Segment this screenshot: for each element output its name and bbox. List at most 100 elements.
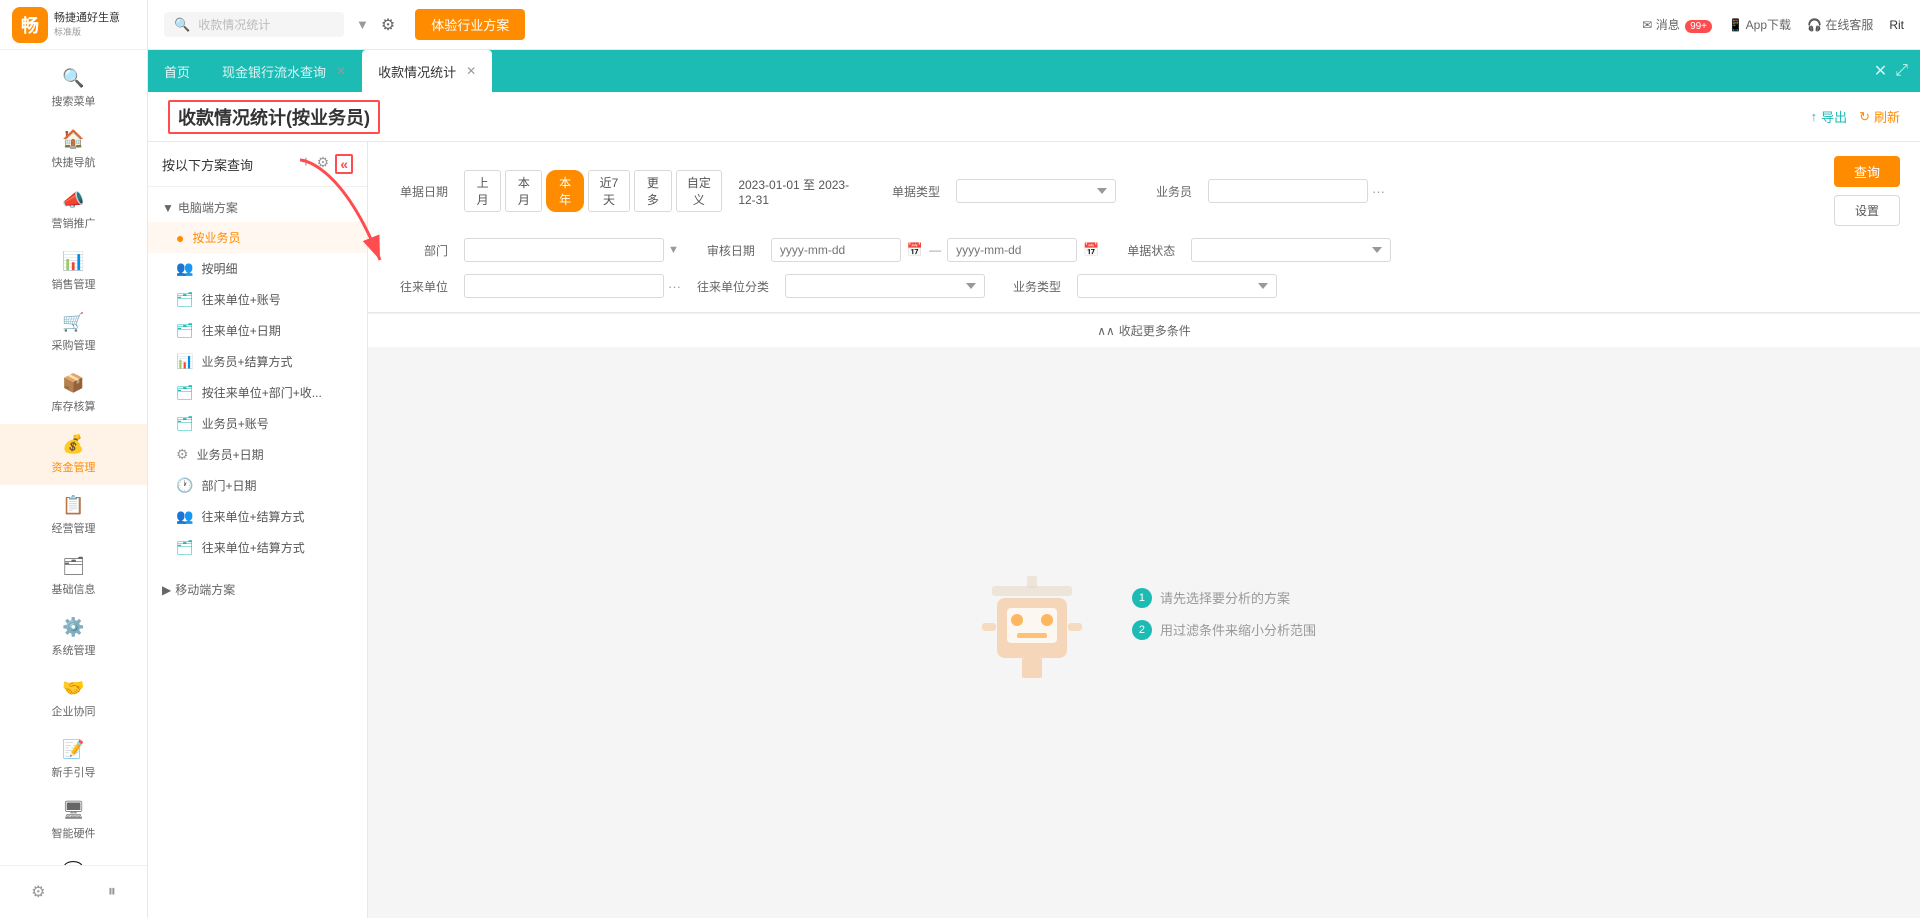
sidebar-item-search[interactable]: 🔍 搜索菜单 (0, 58, 147, 119)
calendar-icon-1[interactable]: 📅 (907, 242, 923, 258)
sales-icon: 📊 (62, 251, 84, 272)
partner-input[interactable] (464, 274, 664, 298)
sidebar-item-system[interactable]: ⚙️ 系统管理 (0, 607, 147, 668)
calendar-icon-2[interactable]: 📅 (1083, 242, 1099, 258)
sidebar-nav: 🔍 搜索菜单 🏠 快捷导航 📣 营销推广 📊 销售管理 🛒 采购管理 📦 库存核… (0, 50, 147, 865)
date-btn-7days[interactable]: 近7天 (588, 170, 631, 212)
tab-cashflow-close[interactable]: ✕ (336, 64, 346, 78)
page-header: 收款情况统计(按业务员) ↑ 导出 ↻ 刷新 (148, 92, 1920, 142)
business-type-select[interactable] (1077, 274, 1277, 298)
sidebar-item-guide[interactable]: 📝 新手引导 (0, 729, 147, 790)
dept-dropdown-icon[interactable]: ▼ (668, 244, 679, 256)
salesman-input[interactable] (1208, 179, 1368, 203)
scheme-item-5[interactable]: 🗂 按往来单位+部门+收... (148, 377, 367, 408)
scheme-item-7[interactable]: ⚙ 业务员+日期 (148, 439, 367, 470)
sidebar-item-finance[interactable]: 💰 资金管理 (0, 424, 147, 485)
tab-collection-close[interactable]: ✕ (466, 64, 476, 78)
collapse-bar[interactable]: ∧∧ 收起更多条件 (368, 313, 1920, 347)
sidebar-item-collab[interactable]: 🤝 企业协同 (0, 668, 147, 729)
partner-more-icon[interactable]: ··· (668, 279, 681, 294)
scheme-label-0: 按业务员 (192, 229, 240, 246)
refresh-btn[interactable]: ↻ 刷新 (1859, 107, 1900, 126)
dept-input[interactable] (464, 238, 664, 262)
scheme-group-mobile-title[interactable]: ▶ 移动端方案 (148, 575, 367, 604)
settings-btn[interactable]: 设置 (1834, 195, 1900, 226)
status-select[interactable] (1191, 238, 1391, 262)
sidebar-item-basic[interactable]: 🗂 基础信息 (0, 546, 147, 607)
scheme-item-3[interactable]: 🗂 往来单位+日期 (148, 315, 367, 346)
app-download[interactable]: 📱 App下载 (1728, 16, 1791, 33)
query-btn[interactable]: 查询 (1834, 156, 1900, 187)
scheme-label-3: 往来单位+日期 (202, 322, 281, 339)
tab-close-all-icon[interactable]: ✕ (1874, 61, 1887, 81)
sidebar-item-purchase[interactable]: 🛒 采购管理 (0, 302, 147, 363)
scheme-icon-5: 🗂 (176, 384, 194, 401)
refresh-label: 刷新 (1874, 107, 1900, 126)
export-btn[interactable]: ↑ 导出 (1811, 107, 1848, 126)
scheme-label-4: 业务员+结算方式 (201, 353, 292, 370)
topbar-dropdown-icon[interactable]: ▼ (356, 17, 369, 32)
tip-text-2: 用过滤条件来缩小分析范围 (1160, 620, 1316, 639)
left-panel: 按以下方案查询 + ⚙ « ▼ 电脑端方案 ● 按业务员 👥 按 (148, 142, 368, 918)
user-name[interactable]: Rit (1889, 18, 1904, 32)
sidebar-collapse-btn[interactable]: ⏸ (104, 879, 120, 905)
voucher-type-select[interactable] (956, 179, 1116, 203)
scheme-item-4[interactable]: 📊 业务员+结算方式 (148, 346, 367, 377)
topbar-right: ✉ 消息 99+ 📱 App下载 🎧 在线客服 Rit (1642, 16, 1904, 33)
sidebar-item-operation[interactable]: 📋 经营管理 (0, 485, 147, 546)
message-label: 消息 (1656, 18, 1680, 32)
sidebar-settings-btn[interactable]: ⚙ (27, 878, 49, 906)
trial-btn[interactable]: 体验行业方案 (415, 9, 525, 40)
sidebar-label-operation: 经营管理 (52, 520, 96, 536)
date-btn-more[interactable]: 更多 (634, 170, 671, 212)
scheme-group-desktop-title[interactable]: ▼ 电脑端方案 (148, 193, 367, 222)
scheme-item-8[interactable]: 🕐 部门+日期 (148, 470, 367, 501)
scheme-item-9[interactable]: 👥 往来单位+结算方式 (148, 501, 367, 532)
date-btn-custom[interactable]: 自定义 (676, 170, 723, 212)
partner-category-select[interactable] (785, 274, 985, 298)
scheme-icon-7: ⚙ (176, 446, 189, 463)
date-btn-last-month[interactable]: 上月 (464, 170, 501, 212)
tab-collection-label: 收款情况统计 (378, 62, 456, 81)
date-btn-this-month[interactable]: 本月 (505, 170, 542, 212)
sidebar-item-hardware[interactable]: 🖥 智能硬件 (0, 790, 147, 851)
sidebar-item-sales[interactable]: 📊 销售管理 (0, 241, 147, 302)
scheme-item-6[interactable]: 🗂 业务员+账号 (148, 408, 367, 439)
tab-home[interactable]: 首页 (148, 50, 206, 92)
export-icon: ↑ (1811, 109, 1818, 124)
review-date-to[interactable] (947, 238, 1077, 262)
scheme-label-6: 业务员+账号 (202, 415, 269, 432)
tab-cashflow[interactable]: 现金银行流水查询 ✕ (206, 50, 362, 92)
date-sep: — (929, 243, 941, 257)
collapse-panel-btn[interactable]: « (335, 154, 353, 174)
sidebar: 畅 畅捷通好生意 标准版 🔍 搜索菜单 🏠 快捷导航 📣 营销推广 📊 销售管理… (0, 0, 148, 918)
message-badge: 99+ (1685, 20, 1712, 33)
scheme-item-0[interactable]: ● 按业务员 (148, 222, 367, 253)
scheme-item-2[interactable]: 🗂 往来单位+账号 (148, 284, 367, 315)
scheme-item-1[interactable]: 👥 按明细 (148, 253, 367, 284)
online-service[interactable]: 🎧 在线客服 (1807, 16, 1873, 33)
topbar-gear-icon[interactable]: ⚙ (381, 15, 395, 35)
scheme-settings-btn[interactable]: ⚙ (317, 154, 330, 174)
review-date-from[interactable] (771, 238, 901, 262)
topbar-search-box[interactable]: 🔍 收款情况统计 (164, 12, 344, 37)
tab-maximize-icon[interactable]: ⤢ (1895, 62, 1908, 80)
salesman-more-icon[interactable]: ··· (1372, 184, 1385, 199)
sidebar-item-nav[interactable]: 🏠 快捷导航 (0, 119, 147, 180)
business-type-field (1077, 274, 1277, 298)
add-scheme-btn[interactable]: + (301, 154, 310, 174)
sidebar-label-system: 系统管理 (52, 642, 96, 658)
sidebar-item-inventory[interactable]: 📦 库存核算 (0, 363, 147, 424)
tab-cashflow-label: 现金银行流水查询 (222, 62, 326, 81)
scheme-item-10[interactable]: 🗂 往来单位+结算方式 (148, 532, 367, 563)
sidebar-item-wechat[interactable]: 💬 企业微信 (0, 851, 147, 865)
date-btn-this-year[interactable]: 本年 (546, 170, 583, 212)
salesman-label: 业务员 (1132, 183, 1192, 200)
sidebar-item-marketing[interactable]: 📣 营销推广 (0, 180, 147, 241)
tab-collection[interactable]: 收款情况统计 ✕ (362, 50, 492, 92)
voucher-type-label: 单据类型 (880, 183, 940, 200)
collapse-label: 收起更多条件 (1119, 322, 1191, 339)
message-icon: ✉ (1642, 18, 1652, 32)
message-area[interactable]: ✉ 消息 99+ (1642, 16, 1712, 33)
group-label: 电脑端方案 (178, 199, 238, 216)
